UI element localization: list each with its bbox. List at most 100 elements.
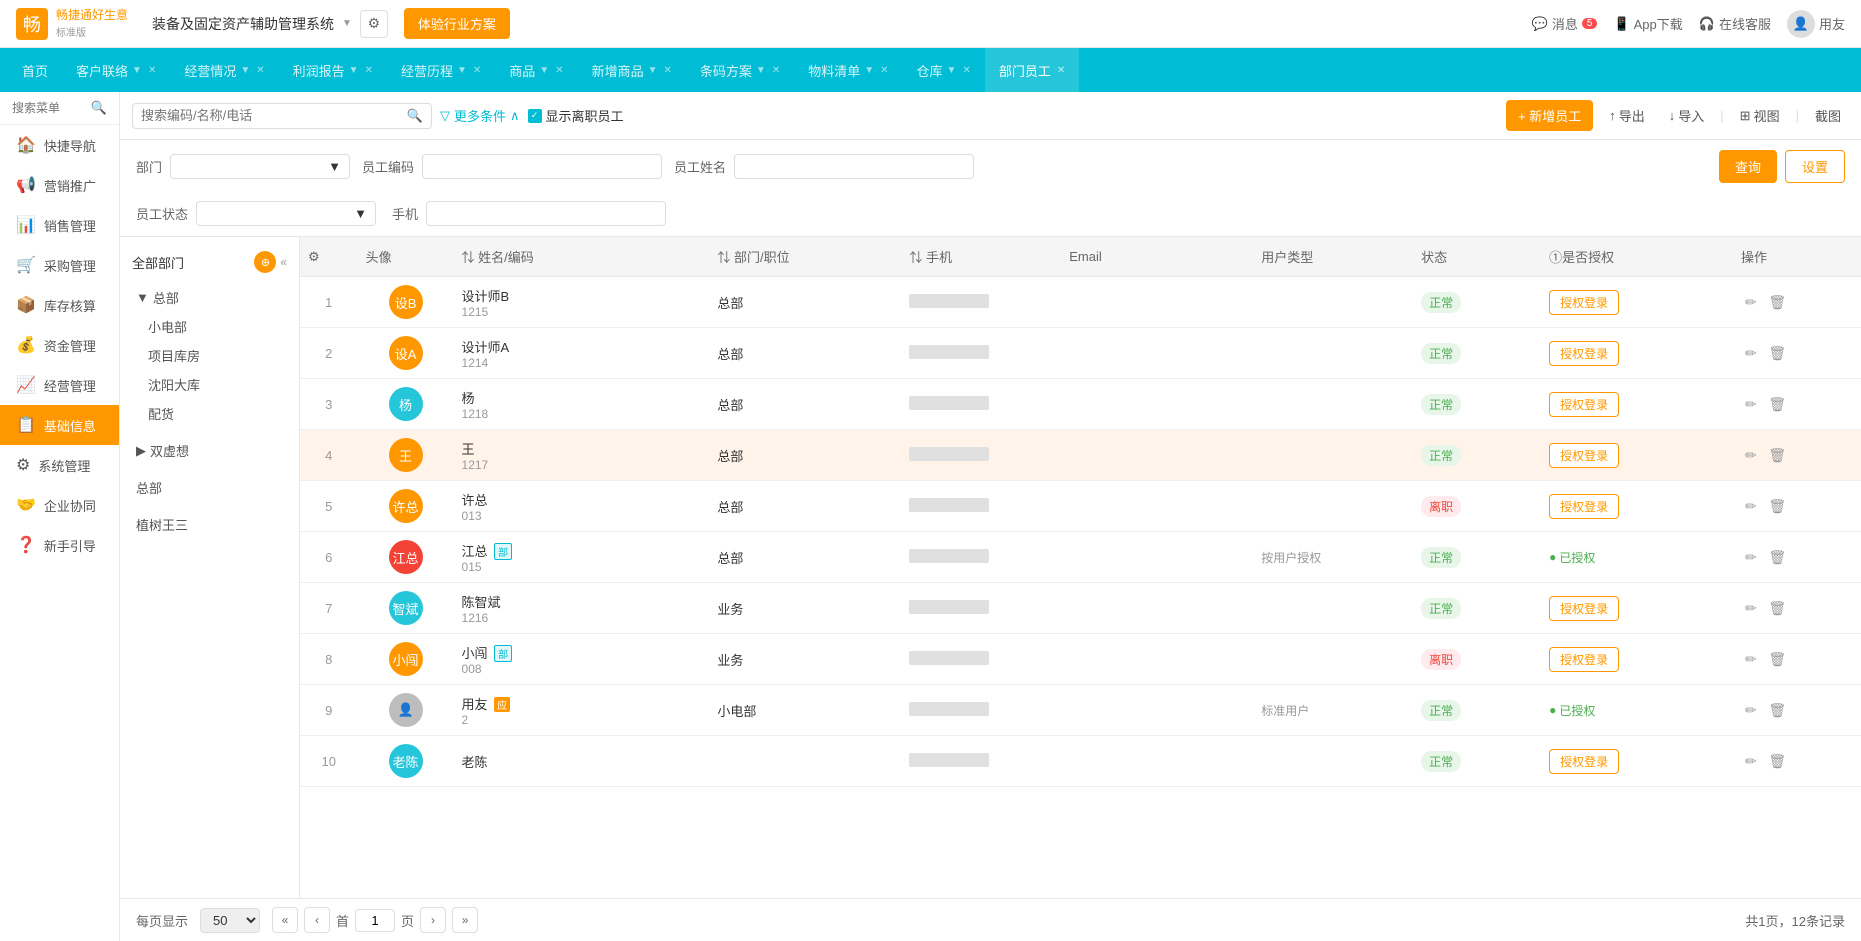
tab-customer[interactable]: 客户联络 ▼ ✕ <box>62 48 170 92</box>
auth-login-btn[interactable]: 授权登录 <box>1549 494 1619 519</box>
query-button[interactable]: 查询 <box>1719 150 1777 183</box>
auth-login-btn[interactable]: 授权登录 <box>1549 290 1619 315</box>
tab-profit-close[interactable]: ✕ <box>365 65 373 76</box>
sidebar-item-management[interactable]: 📈 经营管理 <box>0 365 119 405</box>
filter-dept-select[interactable]: ▼ <box>170 154 350 179</box>
screenshot-button[interactable]: 截图 <box>1807 102 1849 129</box>
tab-customer-close[interactable]: ✕ <box>148 65 156 76</box>
dept-group-shuangxuxiang-title[interactable]: ▶ 双虚想 <box>120 436 299 465</box>
gear-button[interactable]: ⚙ <box>360 10 388 38</box>
dept-group-zongbu-title[interactable]: 总部 <box>120 473 299 502</box>
tab-profit[interactable]: 利润报告 ▼ ✕ <box>279 48 387 92</box>
tab-warehouse[interactable]: 仓库 ▼ ✕ <box>903 48 985 92</box>
tab-employee-close[interactable]: ✕ <box>1057 65 1065 76</box>
edit-btn[interactable]: ✏ <box>1741 394 1761 414</box>
tab-goods[interactable]: 商品 ▼ ✕ <box>495 48 577 92</box>
page-input[interactable] <box>355 909 395 932</box>
first-page-btn[interactable]: « <box>272 907 298 933</box>
edit-btn[interactable]: ✏ <box>1741 751 1761 771</box>
view-button[interactable]: ⊞ 视图 <box>1732 102 1788 129</box>
sidebar-item-finance[interactable]: 💰 资金管理 <box>0 325 119 365</box>
system-dropdown-arrow[interactable]: ▼ <box>342 18 352 29</box>
dept-group-headquarter-title[interactable]: ▼ 总部 <box>120 283 299 312</box>
delete-btn[interactable]: 🗑 <box>1764 751 1790 771</box>
dept-all-label[interactable]: 全部部门 <box>132 253 250 272</box>
sidebar-item-inventory[interactable]: 📦 库存核算 <box>0 285 119 325</box>
dept-sub-shipment[interactable]: 配货 <box>120 399 299 428</box>
delete-btn[interactable]: 🗑 <box>1764 394 1790 414</box>
tab-operation-close[interactable]: ✕ <box>256 65 264 76</box>
auth-login-btn[interactable]: 授权登录 <box>1549 596 1619 621</box>
tab-barcode[interactable]: 条码方案 ▼ ✕ <box>686 48 794 92</box>
auth-login-btn[interactable]: 授权登录 <box>1549 749 1619 774</box>
col-dept[interactable]: ⇅ 部门/职位 <box>709 237 901 277</box>
app-download-btn[interactable]: 📱 App下载 <box>1613 14 1682 33</box>
delete-btn[interactable]: 🗑 <box>1764 292 1790 312</box>
delete-btn[interactable]: 🗑 <box>1764 700 1790 720</box>
filter-emp-code-input[interactable] <box>422 154 662 179</box>
more-filter-btn[interactable]: ▽ 更多条件 ∧ <box>440 106 520 125</box>
show-resigned-toggle[interactable]: ✓ 显示离职员工 <box>528 106 624 125</box>
export-button[interactable]: ↑ 导出 <box>1601 102 1653 129</box>
edit-btn[interactable]: ✏ <box>1741 700 1761 720</box>
tab-bom-close[interactable]: ✕ <box>880 65 888 76</box>
dept-group-zhishu-title[interactable]: 植树王三 <box>120 510 299 539</box>
col-name[interactable]: ⇅ 姓名/编码 <box>454 237 710 277</box>
trial-button[interactable]: 体验行业方案 <box>404 8 510 39</box>
sidebar-item-sales[interactable]: 📊 销售管理 <box>0 205 119 245</box>
filter-phone-input[interactable] <box>426 201 666 226</box>
sidebar-item-system[interactable]: ⚙ 系统管理 <box>0 445 119 485</box>
next-page-btn[interactable]: › <box>420 907 446 933</box>
sidebar-item-cooperation[interactable]: 🤝 企业协同 <box>0 485 119 525</box>
sidebar-item-guide[interactable]: ❓ 新手引导 <box>0 525 119 565</box>
tab-employee[interactable]: 部门员工 ✕ <box>985 48 1079 92</box>
tab-warehouse-close[interactable]: ✕ <box>962 65 970 76</box>
tab-history[interactable]: 经营历程 ▼ ✕ <box>387 48 495 92</box>
auth-login-btn[interactable]: 授权登录 <box>1549 443 1619 468</box>
auth-login-btn[interactable]: 授权登录 <box>1549 392 1619 417</box>
sidebar-item-purchase[interactable]: 🛒 采购管理 <box>0 245 119 285</box>
online-service-btn[interactable]: 🎧 在线客服 <box>1699 14 1771 33</box>
filter-emp-status-select[interactable]: ▼ <box>196 201 376 226</box>
tab-add-goods-close[interactable]: ✕ <box>664 65 672 76</box>
tab-history-close[interactable]: ✕ <box>473 65 481 76</box>
auth-login-btn[interactable]: 授权登录 <box>1549 341 1619 366</box>
sidebar-item-basic-info[interactable]: 📋 基础信息 <box>0 405 119 445</box>
edit-btn[interactable]: ✏ <box>1741 649 1761 669</box>
edit-btn[interactable]: ✏ <box>1741 547 1761 567</box>
filter-emp-name-input[interactable] <box>734 154 974 179</box>
per-page-select[interactable]: 50 100 <box>200 908 260 933</box>
edit-btn[interactable]: ✏ <box>1741 598 1761 618</box>
tab-home[interactable]: 首页 <box>8 48 62 92</box>
import-button[interactable]: ↓ 导入 <box>1661 102 1713 129</box>
dept-add-btn[interactable]: ⊕ <box>254 251 276 273</box>
auth-login-btn[interactable]: 授权登录 <box>1549 647 1619 672</box>
delete-btn[interactable]: 🗑 <box>1764 649 1790 669</box>
delete-btn[interactable]: 🗑 <box>1764 598 1790 618</box>
sidebar-item-quick-nav[interactable]: 🏠 快捷导航 <box>0 125 119 165</box>
sidebar-item-marketing[interactable]: 📢 营销推广 <box>0 165 119 205</box>
delete-btn[interactable]: 🗑 <box>1764 445 1790 465</box>
delete-btn[interactable]: 🗑 <box>1764 547 1790 567</box>
prev-page-btn[interactable]: ‹ <box>304 907 330 933</box>
edit-btn[interactable]: ✏ <box>1741 343 1761 363</box>
tab-bom[interactable]: 物料清单 ▼ ✕ <box>794 48 902 92</box>
search-input[interactable] <box>141 108 403 123</box>
col-phone[interactable]: ⇅ 手机 <box>901 237 1061 277</box>
dept-sub-xiaodibu[interactable]: 小电部 <box>120 312 299 341</box>
tab-goods-close[interactable]: ✕ <box>555 65 563 76</box>
delete-btn[interactable]: 🗑 <box>1764 343 1790 363</box>
col-settings[interactable]: ⚙ <box>300 237 358 277</box>
tab-add-goods[interactable]: 新增商品 ▼ ✕ <box>578 48 686 92</box>
dept-sub-project[interactable]: 项目库房 <box>120 341 299 370</box>
edit-btn[interactable]: ✏ <box>1741 292 1761 312</box>
edit-btn[interactable]: ✏ <box>1741 445 1761 465</box>
reset-button[interactable]: 设置 <box>1785 150 1845 183</box>
message-btn[interactable]: 💬 消息 5 <box>1532 14 1598 33</box>
edit-btn[interactable]: ✏ <box>1741 496 1761 516</box>
dept-sub-shenyang[interactable]: 沈阳大库 <box>120 370 299 399</box>
dept-collapse-btn[interactable]: « <box>280 255 287 269</box>
delete-btn[interactable]: 🗑 <box>1764 496 1790 516</box>
add-employee-button[interactable]: + 新增员工 <box>1506 100 1593 131</box>
tab-barcode-close[interactable]: ✕ <box>772 65 780 76</box>
